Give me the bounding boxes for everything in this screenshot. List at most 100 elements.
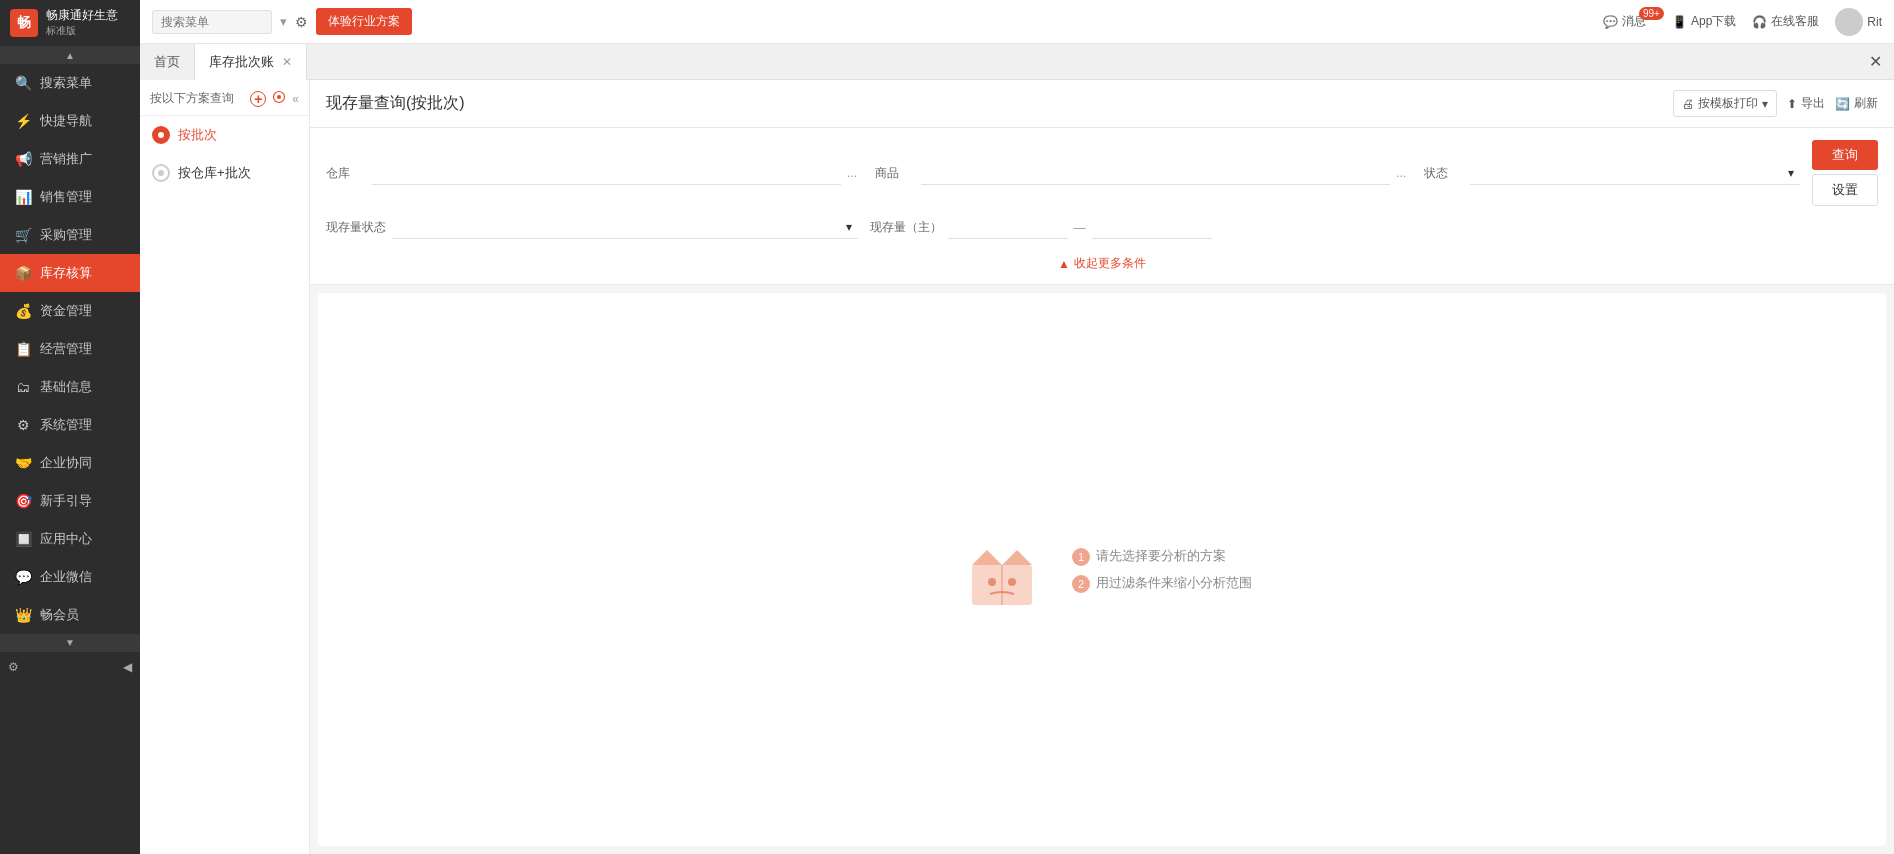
empty-step-1: 1 请先选择要分析的方案 <box>1072 547 1252 566</box>
printer-icon: 🖨 <box>1682 97 1694 111</box>
topbar-actions: 💬 消息 99+ 📱 App下载 🎧 在线客服 Rit <box>1603 8 1882 36</box>
sidebar-item-label: 库存核算 <box>40 264 92 282</box>
product-more-btn[interactable]: ... <box>1390 164 1412 182</box>
tabs-bar: 首页 库存批次账 ✕ ✕ <box>140 44 1894 80</box>
topbar-search-input[interactable] <box>152 10 272 34</box>
status-label: 状态 <box>1424 165 1464 182</box>
messages-btn[interactable]: 💬 消息 99+ <box>1603 13 1656 30</box>
filter-row-2: 现存量状态 ▾ 现存量（主） — <box>326 216 1878 239</box>
member-icon: 👑 <box>14 606 32 624</box>
sidebar: 畅 畅康通好生意 标准版 ▲ 🔍 搜索菜单 ⚡ 快捷导航 📢 营销推广 📊 销售… <box>0 0 140 854</box>
inventory-status-select[interactable]: ▾ <box>392 216 858 239</box>
sidebar-item-member[interactable]: 👑 畅会员 <box>0 596 140 634</box>
sidebar-item-operations[interactable]: 📋 经营管理 <box>0 330 140 368</box>
inventory-status-label: 现存量状态 <box>326 219 386 236</box>
query-button[interactable]: 查询 <box>1812 140 1878 170</box>
scheme-item-by-warehouse-batch[interactable]: 按仓库+批次 <box>140 154 309 192</box>
tab-close-icon[interactable]: ✕ <box>282 55 292 69</box>
sidebar-item-basic-info[interactable]: 🗂 基础信息 <box>0 368 140 406</box>
experience-btn[interactable]: 体验行业方案 <box>316 8 412 35</box>
export-btn[interactable]: ⬆ 导出 <box>1787 95 1825 112</box>
topbar-settings-icon[interactable]: ⚙ <box>295 14 308 30</box>
refresh-label: 刷新 <box>1854 95 1878 112</box>
user-profile-btn[interactable]: Rit <box>1835 8 1882 36</box>
sidebar-item-newbie[interactable]: 🎯 新手引导 <box>0 482 140 520</box>
app-title: 畅康通好生意 <box>46 8 118 24</box>
close-all-tabs-btn[interactable]: ✕ <box>1857 52 1894 71</box>
inventory-qty-min-input[interactable] <box>948 216 1068 239</box>
app-download-btn[interactable]: 📱 App下载 <box>1672 13 1736 30</box>
scheme-item-label: 按批次 <box>178 126 217 144</box>
app-title-group: 畅康通好生意 标准版 <box>46 8 118 38</box>
sidebar-item-search[interactable]: 🔍 搜索菜单 <box>0 64 140 102</box>
sidebar-item-enterprise-collab[interactable]: 🤝 企业协同 <box>0 444 140 482</box>
quick-nav-icon: ⚡ <box>14 112 32 130</box>
topbar-chevron-icon[interactable]: ▾ <box>280 14 287 29</box>
online-service-btn[interactable]: 🎧 在线客服 <box>1752 13 1819 30</box>
operations-icon: 📋 <box>14 340 32 358</box>
refresh-btn[interactable]: 🔄 刷新 <box>1835 95 1878 112</box>
warehouse-input[interactable] <box>372 162 841 185</box>
sidebar-item-label: 畅会员 <box>40 606 79 624</box>
sidebar-item-label: 销售管理 <box>40 188 92 206</box>
empty-step-2-label: 用过滤条件来缩小分析范围 <box>1096 574 1252 592</box>
empty-step-2: 2 用过滤条件来缩小分析范围 <box>1072 574 1252 593</box>
status-filter: 状态 ▾ <box>1424 162 1800 185</box>
left-panel-title: 按以下方案查询 <box>150 90 234 107</box>
sidebar-item-system[interactable]: ⚙ 系统管理 <box>0 406 140 444</box>
online-service-label: 在线客服 <box>1771 13 1819 30</box>
empty-state-text: 1 请先选择要分析的方案 2 用过滤条件来缩小分析范围 <box>1072 547 1252 593</box>
phone-icon: 📱 <box>1672 15 1687 29</box>
sidebar-item-label: 系统管理 <box>40 416 92 434</box>
newbie-icon: 🎯 <box>14 492 32 510</box>
tab-inventory-batch-label: 库存批次账 <box>209 53 274 71</box>
wechat-icon: 💬 <box>14 568 32 586</box>
sales-icon: 📊 <box>14 188 32 206</box>
page-title: 现存量查询(按批次) <box>326 93 465 114</box>
page-header-actions: 🖨 按模板打印 ▾ ⬆ 导出 🔄 刷新 <box>1673 90 1878 117</box>
svg-point-4 <box>988 578 996 586</box>
inventory-status-filter: 现存量状态 ▾ <box>326 216 858 239</box>
scheme-inactive-icon <box>152 164 170 182</box>
sidebar-item-app-center[interactable]: 🔲 应用中心 <box>0 520 140 558</box>
collapse-filters-btn[interactable]: ▲ 收起更多条件 <box>326 249 1878 272</box>
scheme-active-icon <box>152 126 170 144</box>
sidebar-item-marketing[interactable]: 📢 营销推广 <box>0 140 140 178</box>
sidebar-item-finance[interactable]: 💰 资金管理 <box>0 292 140 330</box>
sidebar-item-label: 应用中心 <box>40 530 92 548</box>
footer-collapse-btn[interactable]: ◀ <box>123 660 132 674</box>
print-btn[interactable]: 🖨 按模板打印 ▾ <box>1673 90 1777 117</box>
chevron-left-icon: ◀ <box>123 660 132 674</box>
step-1-circle: 1 <box>1072 548 1090 566</box>
sidebar-item-enterprise-wechat[interactable]: 💬 企业微信 <box>0 558 140 596</box>
warehouse-more-btn[interactable]: ... <box>841 164 863 182</box>
settings-button[interactable]: 设置 <box>1812 174 1878 206</box>
status-select[interactable]: ▾ <box>1470 162 1800 185</box>
main-area: ▾ ⚙ 体验行业方案 💬 消息 99+ 📱 App下载 🎧 在线客服 Rit <box>140 0 1894 854</box>
tab-home[interactable]: 首页 <box>140 44 195 80</box>
sidebar-item-purchase[interactable]: 🛒 采购管理 <box>0 216 140 254</box>
app-download-label: App下载 <box>1691 13 1736 30</box>
scroll-up-btn[interactable]: ▲ <box>0 47 140 64</box>
footer-settings-btn[interactable]: ⚙ <box>8 660 19 674</box>
scroll-down-btn[interactable]: ▼ <box>0 634 140 651</box>
marketing-icon: 📢 <box>14 150 32 168</box>
inventory-qty-max-input[interactable] <box>1092 216 1212 239</box>
product-input[interactable] <box>921 162 1390 185</box>
sidebar-item-inventory[interactable]: 📦 库存核算 <box>0 254 140 292</box>
scheme-item-by-batch[interactable]: 按批次 <box>140 116 309 154</box>
tab-inventory-batch[interactable]: 库存批次账 ✕ <box>195 44 307 80</box>
scheme-settings-btn[interactable] <box>272 90 286 107</box>
product-filter: 商品 ... <box>875 162 1412 185</box>
sidebar-item-label: 新手引导 <box>40 492 92 510</box>
left-panel: 按以下方案查询 + « 按批次 <box>140 80 310 854</box>
collapse-left-panel-btn[interactable]: « <box>292 92 299 106</box>
sidebar-footer: ⚙ ◀ <box>0 651 140 682</box>
sidebar-item-label: 采购管理 <box>40 226 92 244</box>
sidebar-item-label: 搜索菜单 <box>40 74 92 92</box>
add-scheme-btn[interactable]: + <box>250 91 266 107</box>
sidebar-item-quick-nav[interactable]: ⚡ 快捷导航 <box>0 102 140 140</box>
sidebar-item-label: 经营管理 <box>40 340 92 358</box>
inventory-qty-label: 现存量（主） <box>870 219 942 236</box>
sidebar-item-sales[interactable]: 📊 销售管理 <box>0 178 140 216</box>
